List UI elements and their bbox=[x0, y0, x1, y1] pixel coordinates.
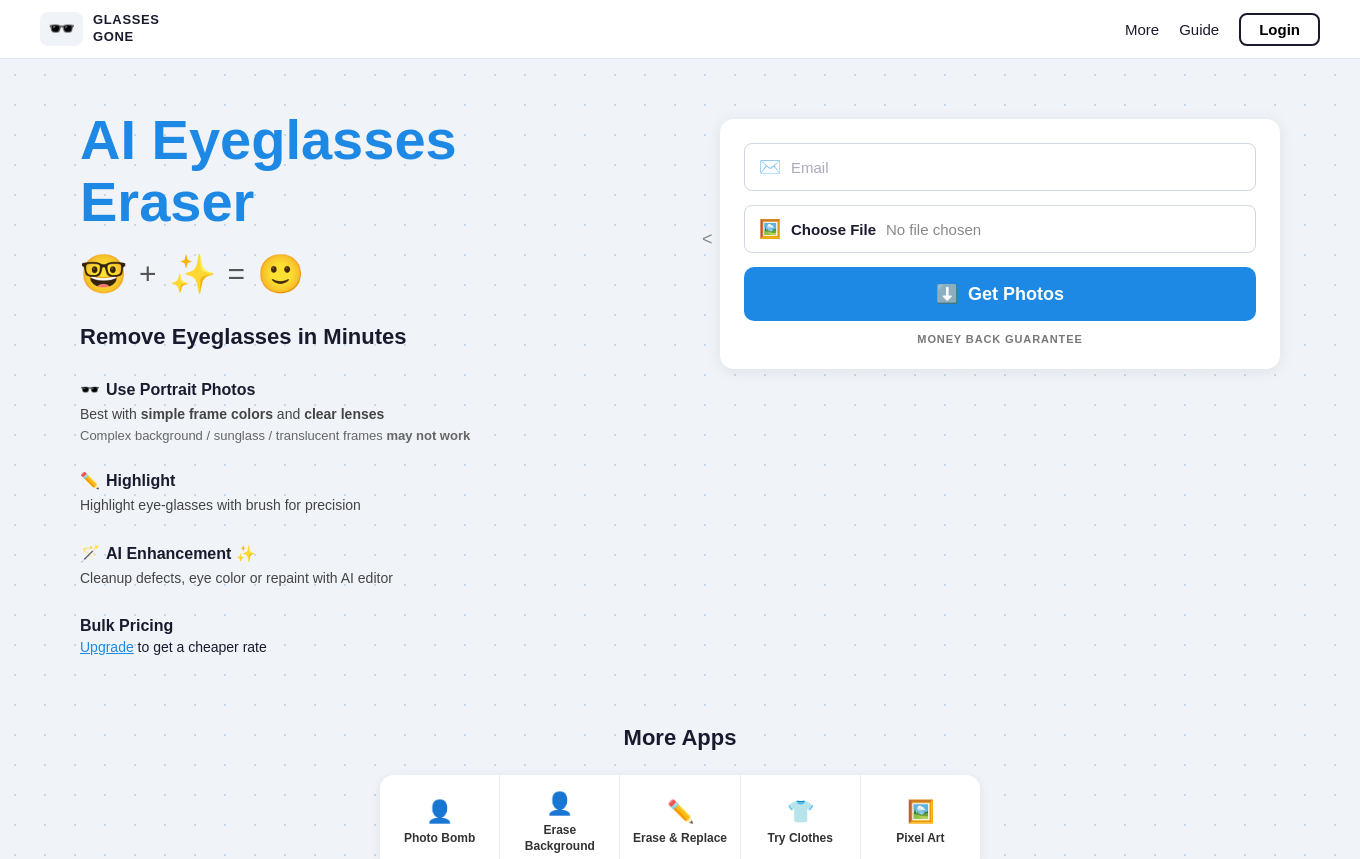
upgrade-link[interactable]: Upgrade bbox=[80, 639, 134, 655]
more-apps-section: More Apps 👤 Photo Bomb 👤 Erase Backgroun… bbox=[40, 675, 1320, 859]
bulk-pricing-title: Bulk Pricing bbox=[80, 617, 680, 635]
navbar: 🕶️ GLASSES GONE More Guide Login bbox=[0, 0, 1360, 59]
feature-highlight-title: ✏️ Highlight bbox=[80, 471, 680, 490]
clothes-icon: 👕 bbox=[787, 799, 814, 825]
bulk-pricing: Bulk Pricing Upgrade to get a cheaper ra… bbox=[80, 617, 680, 655]
emoji-wand: ✨ bbox=[169, 252, 216, 296]
app-erase-replace[interactable]: ✏️ Erase & Replace bbox=[620, 775, 740, 859]
apps-row: 👤 Photo Bomb 👤 Erase Background ✏️ Erase… bbox=[380, 775, 980, 859]
photo-bomb-label: Photo Bomb bbox=[404, 831, 475, 847]
remove-heading: Remove Eyeglasses in Minutes bbox=[80, 324, 680, 350]
feature-enhancement-title: 🪄 AI Enhancement ✨ bbox=[80, 544, 680, 563]
brand-name: GLASSES GONE bbox=[93, 12, 160, 46]
may-not-work-text: may not work bbox=[386, 428, 470, 443]
brand-logo: 🕶️ bbox=[40, 12, 83, 46]
hero-title: AI Eyeglasses Eraser bbox=[80, 109, 680, 232]
nav-guide[interactable]: Guide bbox=[1179, 21, 1219, 38]
glasses-icon: 🕶️ bbox=[80, 380, 100, 399]
pixel-art-icon: 🖼️ bbox=[907, 799, 934, 825]
money-back-text: MONEY BACK GUARANTEE bbox=[744, 333, 1256, 345]
brand: 🕶️ GLASSES GONE bbox=[40, 12, 160, 46]
email-input[interactable] bbox=[791, 159, 1241, 176]
feature-enhancement-desc: Cleanup defects, eye color or repaint wi… bbox=[80, 568, 680, 589]
app-try-clothes[interactable]: 👕 Try Clothes bbox=[741, 775, 861, 859]
no-file-text: No file chosen bbox=[886, 221, 981, 238]
feature-portrait-title: 🕶️ Use Portrait Photos bbox=[80, 380, 680, 399]
more-apps-title: More Apps bbox=[80, 725, 1280, 751]
download-icon: ⬇️ bbox=[936, 283, 958, 305]
email-wrapper: ✉️ bbox=[744, 143, 1256, 191]
feature-highlight-desc: Highlight eye-glasses with brush for pre… bbox=[80, 495, 680, 516]
emoji-equation: 🤓 + ✨ = 🙂 bbox=[80, 252, 680, 296]
email-icon: ✉️ bbox=[759, 156, 781, 178]
app-pixel-art[interactable]: 🖼️ Pixel Art bbox=[861, 775, 980, 859]
file-input-wrapper[interactable]: 🖼️ Choose File No file chosen bbox=[744, 205, 1256, 253]
bulk-pricing-desc: Upgrade to get a cheaper rate bbox=[80, 639, 680, 655]
image-icon: 🖼️ bbox=[759, 218, 781, 240]
emoji-glasses: 🤓 bbox=[80, 252, 127, 296]
plus-sign: + bbox=[139, 257, 157, 291]
nav-links: More Guide Login bbox=[1125, 13, 1320, 46]
erase-bg-icon: 👤 bbox=[546, 791, 573, 817]
get-photos-button[interactable]: ⬇️ Get Photos bbox=[744, 267, 1256, 321]
bold-simple-frames: simple frame colors bbox=[141, 406, 273, 422]
bold-clear-lenses: clear lenses bbox=[304, 406, 384, 422]
login-button[interactable]: Login bbox=[1239, 13, 1320, 46]
left-column: AI Eyeglasses Eraser 🤓 + ✨ = 🙂 Remove Ey… bbox=[80, 109, 680, 675]
feature-highlight: ✏️ Highlight Highlight eye-glasses with … bbox=[80, 471, 680, 516]
photo-bomb-icon: 👤 bbox=[426, 799, 453, 825]
app-photo-bomb[interactable]: 👤 Photo Bomb bbox=[380, 775, 500, 859]
erase-replace-label: Erase & Replace bbox=[633, 831, 727, 847]
main-content: AI Eyeglasses Eraser 🤓 + ✨ = 🙂 Remove Ey… bbox=[40, 59, 1320, 675]
file-group: 🖼️ Choose File No file chosen bbox=[744, 205, 1256, 253]
collapse-arrow[interactable]: < bbox=[702, 229, 713, 250]
nav-more[interactable]: More bbox=[1125, 21, 1159, 38]
clothes-label: Try Clothes bbox=[768, 831, 833, 847]
equals-sign: = bbox=[228, 257, 246, 291]
feature-portrait-sub: Complex background / sunglass / transluc… bbox=[80, 428, 680, 443]
erase-replace-icon: ✏️ bbox=[667, 799, 694, 825]
erase-bg-label: Erase Background bbox=[510, 823, 609, 854]
pencil-icon: ✏️ bbox=[80, 471, 100, 490]
feature-portrait-desc: Best with simple frame colors and clear … bbox=[80, 404, 680, 425]
right-wrapper: < ✉️ 🖼️ Choose File No file chosen bbox=[720, 109, 1280, 369]
pixel-art-label: Pixel Art bbox=[896, 831, 944, 847]
form-card: ✉️ 🖼️ Choose File No file chosen ⬇️ Get … bbox=[720, 119, 1280, 369]
wand-icon: 🪄 bbox=[80, 544, 100, 563]
feature-portrait: 🕶️ Use Portrait Photos Best with simple … bbox=[80, 380, 680, 443]
feature-enhancement: 🪄 AI Enhancement ✨ Cleanup defects, eye … bbox=[80, 544, 680, 589]
emoji-smile: 🙂 bbox=[257, 252, 304, 296]
app-erase-background[interactable]: 👤 Erase Background bbox=[500, 775, 620, 859]
right-column: ✉️ 🖼️ Choose File No file chosen ⬇️ Get … bbox=[720, 109, 1280, 369]
choose-file-button[interactable]: Choose File bbox=[791, 221, 876, 238]
email-group: ✉️ bbox=[744, 143, 1256, 191]
